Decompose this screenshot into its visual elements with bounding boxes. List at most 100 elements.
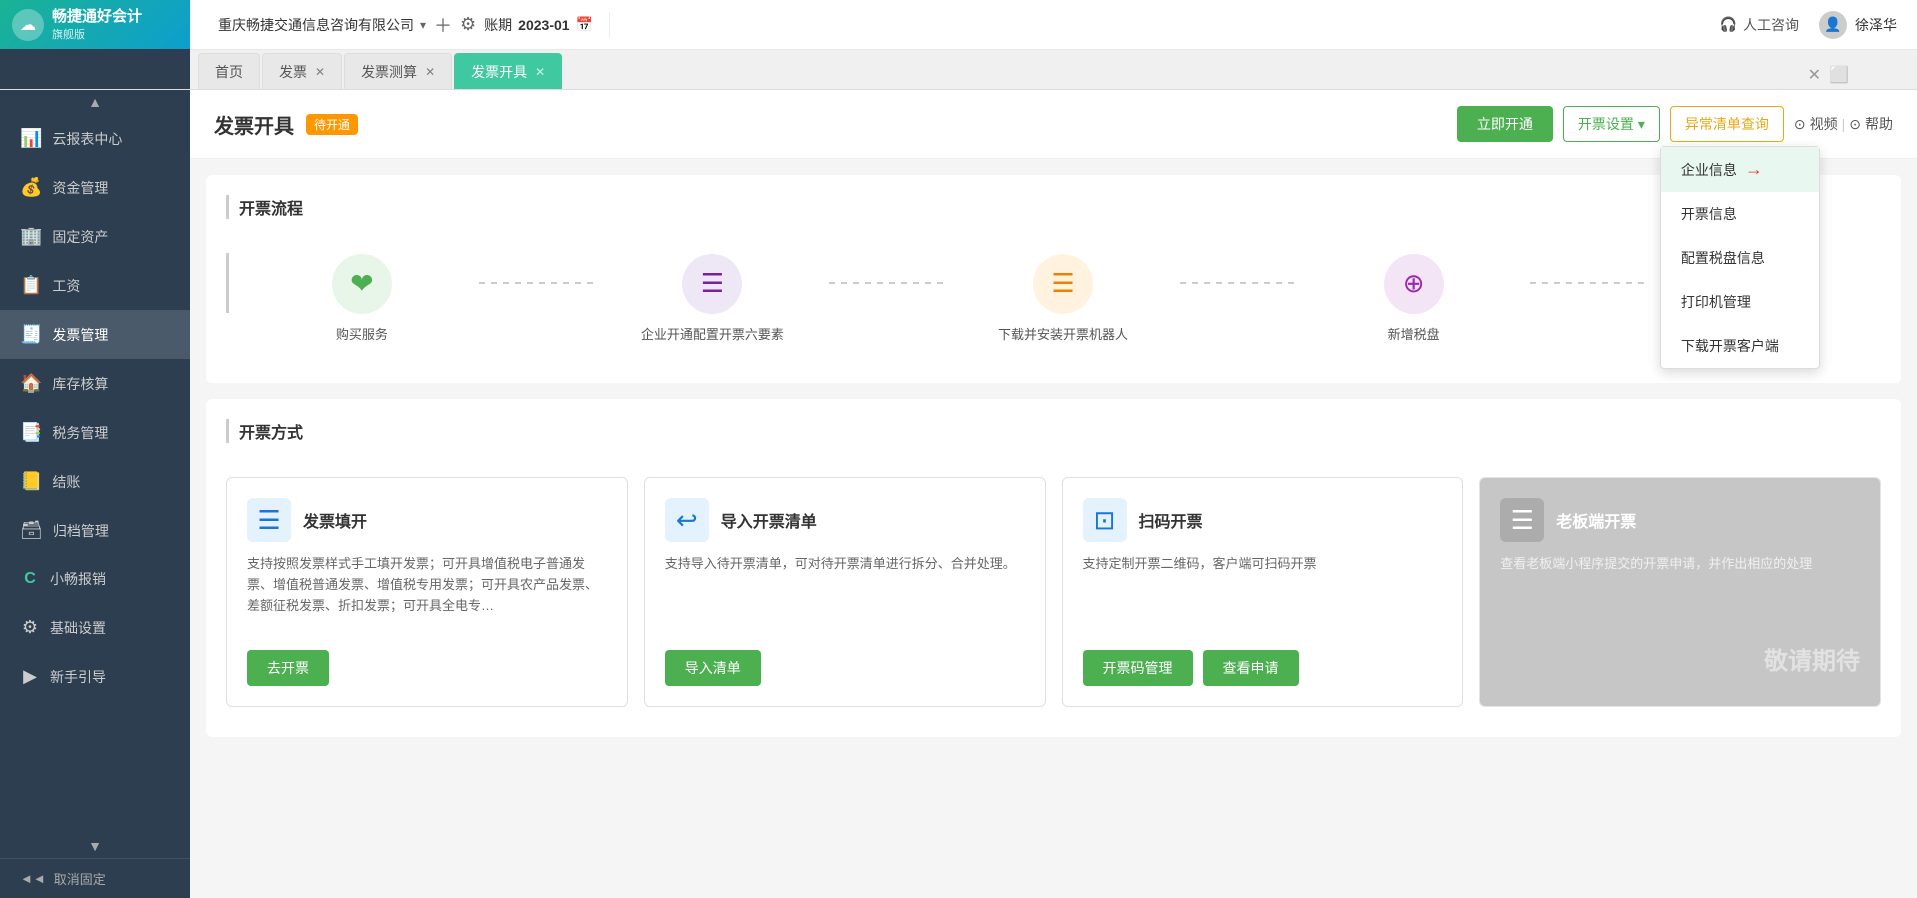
dropdown-item-invoice-info[interactable]: 开票信息 <box>1661 192 1819 236</box>
import-list-desc: 支持导入待开票清单，可对待开票清单进行拆分、合并处理。 <box>665 554 1025 634</box>
pin-icon: ◄◄ <box>20 871 46 886</box>
method-boss-header: ☰ 老板端开票 <box>1500 498 1860 542</box>
user-name: 徐泽华 <box>1855 15 1897 35</box>
inventory-icon: 🏠 <box>20 373 42 394</box>
flow-step-icon-1: ❤ <box>332 254 392 314</box>
sidebar-item-tax[interactable]: 📑 税务管理 <box>0 408 190 457</box>
page-title: 发票开具 <box>214 110 294 139</box>
sidebar-item-archive[interactable]: 🗃 归档管理 <box>0 506 190 555</box>
calendar-icon[interactable]: 📅 <box>576 16 593 33</box>
settings-button[interactable]: 开票设置 ▾ <box>1563 106 1660 142</box>
fill-invoice-desc: 支持按照发票样式手工填开发票；可开具增值税电子普通发票、增值税普通发票、增值税专… <box>247 554 607 634</box>
tab-invoice[interactable]: 发票 ✕ <box>262 53 342 89</box>
scan-invoice-title: 扫码开票 <box>1139 508 1203 532</box>
sidebar-scroll-up[interactable]: ▲ <box>0 90 190 114</box>
import-list-icon: ↩ <box>665 498 709 542</box>
scan-invoice-apply-button[interactable]: 查看申请 <box>1203 650 1299 686</box>
help-icon: ⊙ <box>1849 116 1861 133</box>
dropdown-company-info-label: 企业信息 <box>1681 160 1737 180</box>
tab-invoice-issue[interactable]: 发票开具 ✕ <box>454 53 562 89</box>
flow-step-label-4: 新增税盘 <box>1388 324 1440 343</box>
dropdown-arrow-icon: ▾ <box>1638 116 1645 133</box>
content-area: 发票开具 待开通 立即开通 开票设置 ▾ 企业信息 → <box>190 90 1917 898</box>
sidebar-item-settle[interactable]: 📒 结账 <box>0 457 190 506</box>
app-name: 畅捷通好会计 <box>52 8 142 26</box>
dropdown-item-tax-config[interactable]: 配置税盘信息 <box>1661 236 1819 280</box>
tab-close-button[interactable]: ✕ <box>1808 65 1821 85</box>
flow-step-buy-service[interactable]: ❤ 购买服务 <box>245 254 479 343</box>
dropdown-tax-config-label: 配置税盘信息 <box>1681 248 1765 268</box>
method-import-header: ↩ 导入开票清单 <box>665 498 1025 542</box>
sidebar-item-payroll[interactable]: 📋 工资 <box>0 261 190 310</box>
tab-invoice-close[interactable]: ✕ <box>315 65 325 79</box>
sidebar-bottom-action[interactable]: ◄◄ 取消固定 <box>0 858 190 898</box>
tab-invoice-calc-close[interactable]: ✕ <box>425 65 435 79</box>
consult-button[interactable]: 🎧 人工咨询 <box>1720 15 1799 35</box>
flow-step-icon-2: ☰ <box>682 254 742 314</box>
sidebar-item-inventory[interactable]: 🏠 库存核算 <box>0 359 190 408</box>
sidebar-item-fund[interactable]: 💰 资金管理 <box>0 163 190 212</box>
method-scan-header: ⊡ 扫码开票 <box>1083 498 1443 542</box>
flow-steps: ❤ 购买服务 ☰ 企业开通配置开票六要素 ☰ <box>226 243 1881 363</box>
activate-button[interactable]: 立即开通 <box>1457 106 1553 142</box>
logo-icon: ☁ <box>12 9 44 41</box>
settings-dropdown: 企业信息 → 开票信息 配置税盘信息 打印机管理 <box>1660 146 1820 369</box>
dropdown-item-company-info[interactable]: 企业信息 → <box>1661 147 1819 192</box>
scan-invoice-manage-button[interactable]: 开票码管理 <box>1083 650 1193 686</box>
sidebar-item-invoice[interactable]: 🧾 发票管理 <box>0 310 190 359</box>
video-button[interactable]: ⊙ 视频 | ⊙ 帮助 <box>1794 114 1893 134</box>
archive-icon: 🗃 <box>20 520 43 541</box>
sidebar-item-xiaochang[interactable]: C 小畅报销 <box>0 555 190 603</box>
method-section-title: 开票方式 <box>226 419 1881 443</box>
fill-invoice-button[interactable]: 去开票 <box>247 650 329 686</box>
flow-step-icon-4: ⊕ <box>1384 254 1444 314</box>
sidebar-item-cloud-report[interactable]: 📊 云报表中心 <box>0 114 190 163</box>
import-list-button[interactable]: 导入清单 <box>665 650 761 686</box>
tab-home-label: 首页 <box>215 62 243 82</box>
asset-icon: 🏢 <box>20 226 42 247</box>
flow-section-title: 开票流程 <box>226 195 1881 219</box>
method-section: 开票方式 ☰ 发票填开 支持按照发票样式手工填开发票；可开具增值税电子普通发票、… <box>206 399 1901 737</box>
tab-invoice-issue-close[interactable]: ✕ <box>535 65 545 79</box>
fund-icon: 💰 <box>20 177 42 198</box>
method-card-scan-invoice: ⊡ 扫码开票 支持定制开票二维码，客户端可扫码开票 开票码管理 查看申请 <box>1062 477 1464 707</box>
fill-invoice-icon: ☰ <box>247 498 291 542</box>
cloud-report-icon: 📊 <box>20 128 42 149</box>
flow-step-label-2: 企业开通配置开票六要素 <box>641 324 784 343</box>
settings-icon[interactable]: ⚙ <box>460 14 476 35</box>
sidebar: ▲ 📊 云报表中心 💰 资金管理 🏢 固定资产 📋 工资 🧾 发票管理 <box>0 90 190 898</box>
sidebar-scroll-down[interactable]: ▼ <box>0 834 190 858</box>
method-card-import-list: ↩ 导入开票清单 支持导入待开票清单，可对待开票清单进行拆分、合并处理。 导入清… <box>644 477 1046 707</box>
tab-home[interactable]: 首页 <box>198 53 260 89</box>
guide-icon: ▶ <box>20 666 40 687</box>
flow-step-config-enterprise[interactable]: ☰ 企业开通配置开票六要素 <box>596 254 830 343</box>
tab-invoice-label: 发票 <box>279 62 307 82</box>
dropdown-invoice-info-label: 开票信息 <box>1681 204 1737 224</box>
method-cards: ☰ 发票填开 支持按照发票样式手工填开发票；可开具增值税电子普通发票、增值税普通… <box>226 467 1881 717</box>
flow-step-label-3: 下载并安装开票机器人 <box>998 324 1128 343</box>
user-area[interactable]: 👤 徐泽华 <box>1819 11 1897 39</box>
dropdown-item-download-client[interactable]: 下载开票客户端 <box>1661 324 1819 368</box>
abnormal-list-button[interactable]: 异常清单查询 <box>1670 106 1784 142</box>
sidebar-item-guide[interactable]: ▶ 新手引导 <box>0 652 190 701</box>
page-header: 发票开具 待开通 立即开通 开票设置 ▾ 企业信息 → <box>190 90 1917 159</box>
dropdown-item-printer[interactable]: 打印机管理 <box>1661 280 1819 324</box>
sidebar-item-asset[interactable]: 🏢 固定资产 <box>0 212 190 261</box>
boss-invoice-title: 老板端开票 <box>1556 508 1636 532</box>
boss-invoice-icon: ☰ <box>1500 498 1544 542</box>
status-badge: 待开通 <box>306 114 358 135</box>
flow-step-label-1: 购买服务 <box>336 324 388 343</box>
flow-step-download-robot[interactable]: ☰ 下载并安装开票机器人 <box>946 254 1180 343</box>
tab-invoice-calc[interactable]: 发票测算 ✕ <box>344 53 452 89</box>
tab-invoice-issue-label: 发票开具 <box>471 62 527 82</box>
tab-expand-button[interactable]: ⬜ <box>1829 65 1849 85</box>
flow-step-add-taxdisk[interactable]: ⊕ 新增税盘 <box>1297 254 1531 343</box>
sidebar-item-settings[interactable]: ⚙ 基础设置 <box>0 603 190 652</box>
company-selector[interactable]: 重庆畅捷交通信息咨询有限公司 ▾ <box>218 15 426 35</box>
method-card-fill-invoice: ☰ 发票填开 支持按照发票样式手工填开发票；可开具增值税电子普通发票、增值税普通… <box>226 477 628 707</box>
add-company-button[interactable]: ＋ <box>434 12 452 38</box>
flow-connector-3 <box>1180 282 1297 284</box>
flow-connector-1 <box>479 282 596 284</box>
period-info: 账期 2023-01 📅 <box>484 15 593 35</box>
settle-icon: 📒 <box>20 471 42 492</box>
